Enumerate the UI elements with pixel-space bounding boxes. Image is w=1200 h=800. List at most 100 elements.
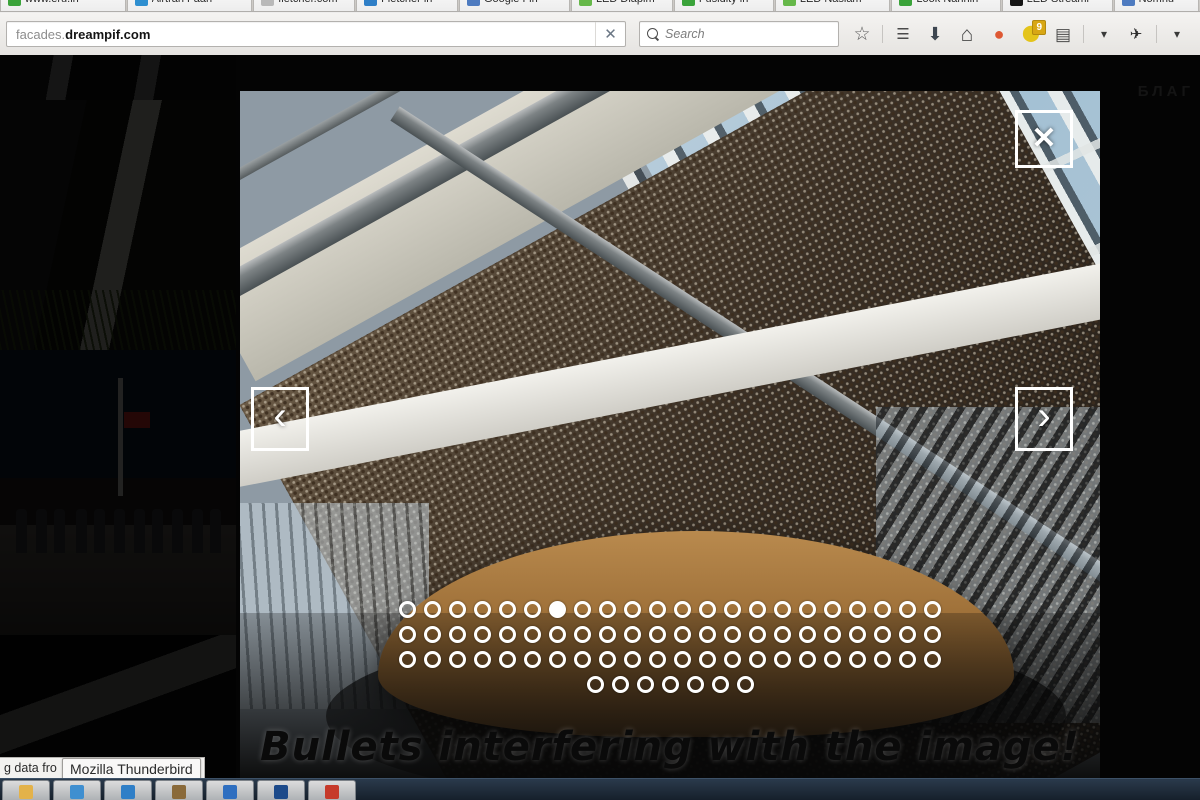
pagination-bullet[interactable] <box>424 601 441 618</box>
pagination-bullet[interactable] <box>624 651 641 668</box>
pagination-bullet[interactable] <box>474 626 491 643</box>
chevron-down-icon-2[interactable]: ▾ <box>1162 19 1192 49</box>
browser-tab[interactable]: LED Streami <box>1001 0 1113 11</box>
pagination-bullet[interactable] <box>799 601 816 618</box>
pagination-bullet[interactable] <box>399 601 416 618</box>
search-input[interactable]: Search <box>639 21 839 47</box>
pagination-bullet[interactable] <box>849 601 866 618</box>
pagination-bullet[interactable] <box>799 626 816 643</box>
pagination-bullet[interactable] <box>724 651 741 668</box>
pagination-bullet[interactable] <box>799 651 816 668</box>
close-icon[interactable]: ✕ <box>595 22 625 46</box>
pagination-bullet[interactable] <box>824 601 841 618</box>
pagination-bullet[interactable] <box>399 651 416 668</box>
browser-tab[interactable]: Look Nahhin <box>891 0 1001 11</box>
pagination-bullet[interactable] <box>849 626 866 643</box>
next-arrow-icon[interactable]: › <box>1015 387 1073 451</box>
chevron-down-icon[interactable]: ▾ <box>1089 19 1119 49</box>
pagination-bullet[interactable] <box>611 676 629 693</box>
pagination-bullet[interactable] <box>774 601 791 618</box>
pagination-bullet[interactable] <box>699 626 716 643</box>
pagination-bullet[interactable] <box>874 651 891 668</box>
shredder-icon[interactable]: ▤ <box>1048 19 1078 49</box>
pagination-bullet[interactable] <box>574 626 591 643</box>
pagination-bullet[interactable] <box>774 651 791 668</box>
browser-tab[interactable]: Fletcher in <box>356 0 458 11</box>
browser-tab[interactable]: Fusidity in <box>673 0 774 11</box>
tab-strip[interactable]: www.eru.in Airtran Faan fletcher.com Fletch… <box>0 0 1200 12</box>
pagination-bullet[interactable] <box>874 626 891 643</box>
pagination-bullet[interactable] <box>649 626 666 643</box>
pagination-bullet[interactable] <box>749 626 766 643</box>
pagination-bullet[interactable] <box>549 626 566 643</box>
pagination-bullet[interactable] <box>649 601 666 618</box>
pagination-bullet[interactable] <box>924 601 941 618</box>
taskbar-item-browser[interactable] <box>104 780 152 800</box>
pagination-bullet[interactable] <box>924 626 941 643</box>
pagination-bullet[interactable] <box>549 651 566 668</box>
pagination-bullet[interactable] <box>586 676 604 693</box>
pagination-bullet[interactable] <box>849 651 866 668</box>
pagination-bullet[interactable] <box>686 676 704 693</box>
pagination-bullets[interactable] <box>240 601 1100 693</box>
pagination-bullet[interactable] <box>599 651 616 668</box>
pagination-bullet[interactable] <box>474 601 491 618</box>
pagination-bullet[interactable] <box>524 651 541 668</box>
pagination-bullet[interactable] <box>899 626 916 643</box>
pagination-bullet[interactable] <box>449 601 466 618</box>
firebug-icon[interactable]: ✈ <box>1121 19 1151 49</box>
pagination-bullet[interactable] <box>449 651 466 668</box>
pagination-bullet[interactable] <box>524 626 541 643</box>
pagination-bullet[interactable] <box>674 601 691 618</box>
pagination-bullet[interactable] <box>724 601 741 618</box>
pagination-bullet[interactable] <box>824 626 841 643</box>
pagination-bullet[interactable] <box>499 601 516 618</box>
pagination-bullet[interactable] <box>499 626 516 643</box>
taskbar-item-terminal[interactable] <box>257 780 305 800</box>
pagination-bullet-active[interactable] <box>549 601 566 618</box>
pagination-bullet[interactable] <box>749 651 766 668</box>
pagination-bullet[interactable] <box>599 626 616 643</box>
url-bar[interactable]: facades.dreampif.com ✕ <box>6 21 626 47</box>
prev-arrow-icon[interactable]: ‹ <box>251 387 309 451</box>
pagination-bullet[interactable] <box>699 651 716 668</box>
pagination-bullet[interactable] <box>474 651 491 668</box>
pagination-bullet[interactable] <box>699 601 716 618</box>
browser-tab[interactable]: Nomhu <box>1113 0 1200 11</box>
pagination-bullet[interactable] <box>674 626 691 643</box>
pagination-bullet[interactable] <box>899 651 916 668</box>
pagination-bullet[interactable] <box>924 651 941 668</box>
browser-tab[interactable]: Google Fin <box>458 0 570 11</box>
taskbar-item-editor[interactable] <box>155 780 203 800</box>
pagination-bullet[interactable] <box>824 651 841 668</box>
pagination-bullet[interactable] <box>499 651 516 668</box>
pagination-bullet[interactable] <box>749 601 766 618</box>
home-icon[interactable]: ⌂ <box>952 19 982 49</box>
pagination-bullet[interactable] <box>574 601 591 618</box>
browser-tab[interactable]: www.eru.in <box>0 0 126 11</box>
pagination-bullet[interactable] <box>736 676 754 693</box>
pagination-bullet[interactable] <box>399 626 416 643</box>
pagination-bullet[interactable] <box>649 651 666 668</box>
pagination-bullet[interactable] <box>524 601 541 618</box>
pagination-bullet[interactable] <box>599 601 616 618</box>
browser-tab[interactable]: Airtran Faan <box>126 0 253 11</box>
browser-tab[interactable]: LED Nasiam <box>774 0 891 11</box>
browser-tab[interactable]: LED Diapim <box>570 0 673 11</box>
pagination-bullet[interactable] <box>899 601 916 618</box>
pagination-bullet[interactable] <box>874 601 891 618</box>
pagination-bullet[interactable] <box>774 626 791 643</box>
pagination-bullet[interactable] <box>574 651 591 668</box>
pagination-bullet[interactable] <box>711 676 729 693</box>
colorful-addon-icon[interactable]: ⬤ 9 <box>1016 19 1046 49</box>
close-icon[interactable]: ✕ <box>1015 110 1073 168</box>
pagination-bullet[interactable] <box>624 626 641 643</box>
pagination-bullet[interactable] <box>674 651 691 668</box>
lightbox-overlay[interactable]: ✕ ‹ › Bullets interfering with the image… <box>0 55 1200 778</box>
pagination-bullet[interactable] <box>624 601 641 618</box>
taskbar-item-folder[interactable] <box>2 780 50 800</box>
downloads-icon[interactable]: ⬇ <box>920 19 950 49</box>
pagination-bullet[interactable] <box>424 651 441 668</box>
reader-list-icon[interactable]: ☰ <box>888 19 918 49</box>
pagination-bullet[interactable] <box>636 676 654 693</box>
